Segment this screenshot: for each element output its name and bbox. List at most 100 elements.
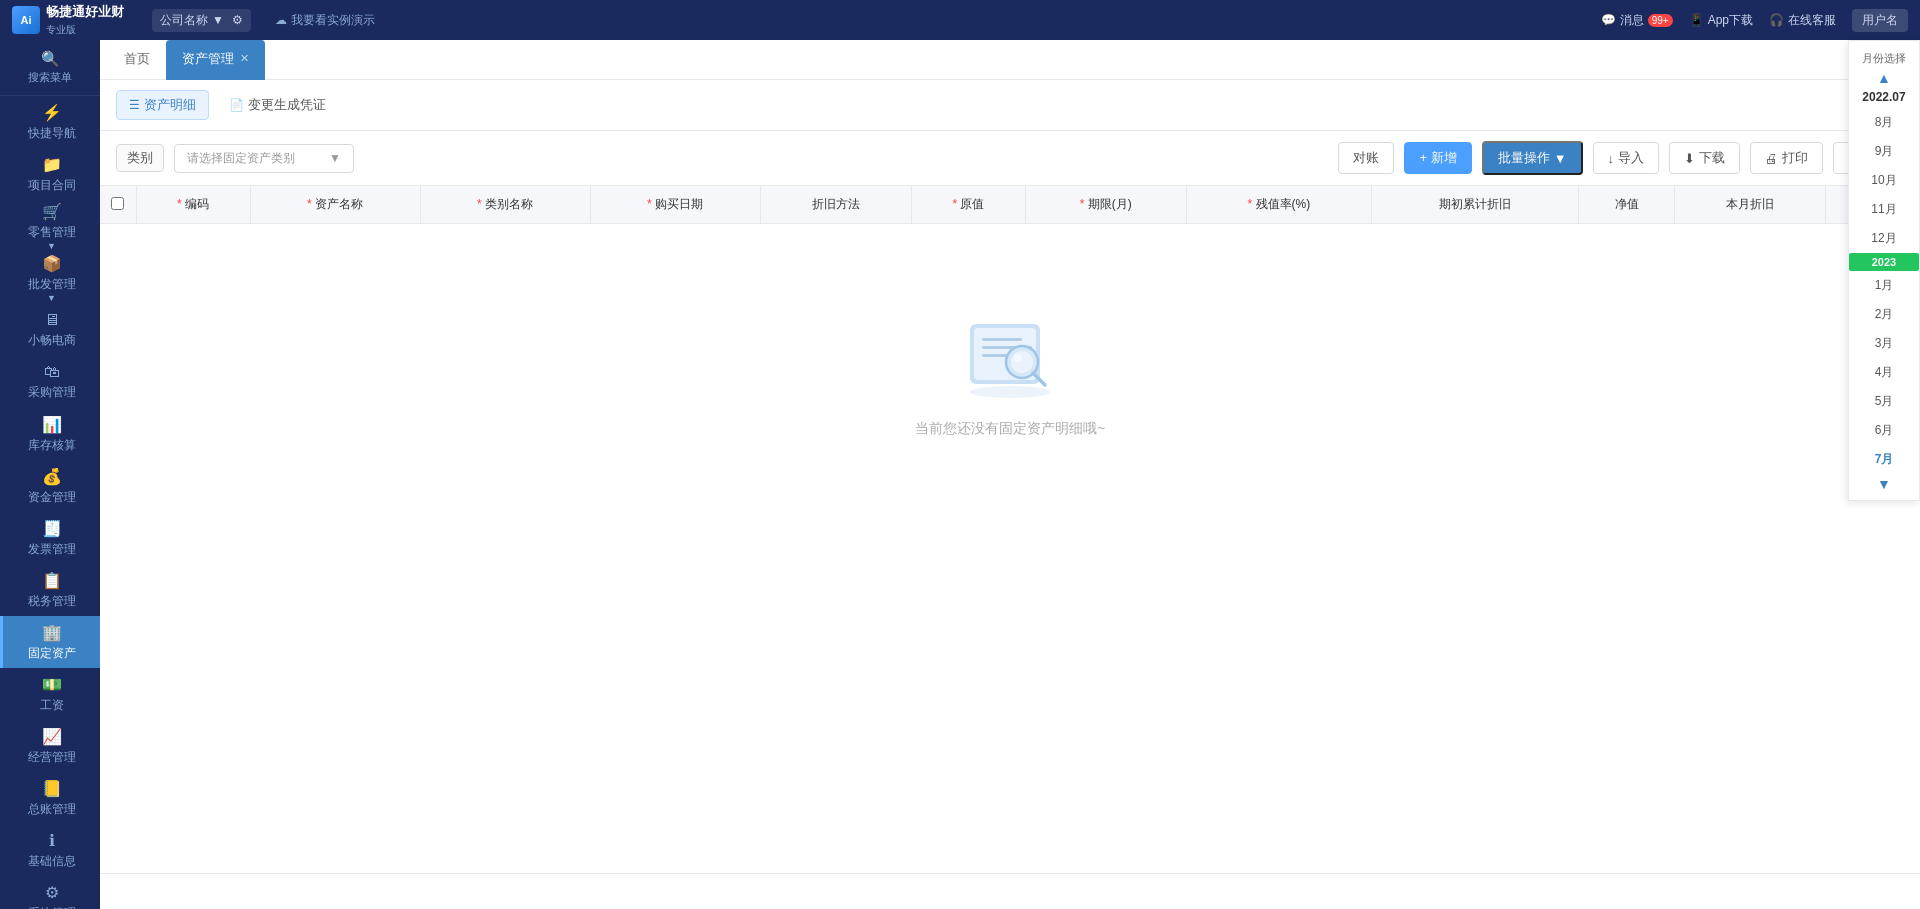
sidebar-item-project[interactable]: 📁 项目合同 xyxy=(0,148,100,200)
month-item-10[interactable]: 10月 xyxy=(1849,166,1919,195)
top-bar: Ai 畅捷通好业财 专业版 公司名称 ▼ ⚙ ☁ 我要看实例演示 💬 消息 99… xyxy=(0,0,1920,40)
sub-tab-asset-detail[interactable]: ☰ 资产明细 xyxy=(116,90,209,120)
message-label: 消息 xyxy=(1620,12,1644,29)
th-net-value: 净值 xyxy=(1579,186,1674,224)
headset-icon: 🎧 xyxy=(1769,13,1784,27)
app-download-button[interactable]: 📱 App下载 xyxy=(1689,12,1753,29)
month-item-8[interactable]: 8月 xyxy=(1849,108,1919,137)
nav-tabs-bar: 首页 资产管理 ✕ xyxy=(100,40,1920,80)
customer-service-button[interactable]: 🎧 在线客服 xyxy=(1769,12,1836,29)
import-button[interactable]: ↓ 导入 xyxy=(1593,142,1660,174)
print-icon: 🖨 xyxy=(1765,151,1778,166)
tab-home-label: 首页 xyxy=(124,50,150,68)
sidebar-item-wholesale[interactable]: 📦 批发管理 ▼ xyxy=(0,252,100,304)
retail-icon: 🛒 xyxy=(42,202,62,221)
toolbar-right: 对账 + 新增 批量操作 ▼ ↓ 导入 ⬇ 下载 xyxy=(1338,141,1904,175)
quick-nav-icon: ⚡ xyxy=(42,103,62,122)
month-nav-up[interactable]: ▲ xyxy=(1875,68,1893,88)
sidebar-item-salary[interactable]: 💵 工资 xyxy=(0,668,100,720)
month-item-2[interactable]: 2月 xyxy=(1849,300,1919,329)
sidebar-inventory-label: 库存核算 xyxy=(28,437,76,454)
sidebar-item-system[interactable]: ⚙ 系统管理 xyxy=(0,876,100,909)
brand: Ai 畅捷通好业财 专业版 xyxy=(12,3,124,37)
category-filter-select[interactable]: 请选择固定资产类别 ▼ xyxy=(174,144,354,173)
sidebar-item-invoice[interactable]: 🧾 发票管理 xyxy=(0,512,100,564)
month-item-7[interactable]: 7月 xyxy=(1849,445,1919,474)
table-header-row: 编码 资产名称 类别名称 购买日期 折旧方法 原值 期限(月) 残值率(%) 期… xyxy=(100,186,1920,224)
sidebar-general-ledger-label: 总账管理 xyxy=(28,801,76,818)
month-item-5[interactable]: 5月 xyxy=(1849,387,1919,416)
table-container: 编码 资产名称 类别名称 购买日期 折旧方法 原值 期限(月) 残值率(%) 期… xyxy=(100,186,1920,873)
month-item-9[interactable]: 9月 xyxy=(1849,137,1919,166)
th-category: 类别名称 xyxy=(420,186,590,224)
month-item-3[interactable]: 3月 xyxy=(1849,329,1919,358)
sidebar-item-purchase[interactable]: 🛍 采购管理 xyxy=(0,356,100,408)
wholesale-icon: 📦 xyxy=(42,254,62,273)
message-badge: 99+ xyxy=(1648,14,1673,27)
print-button[interactable]: 🖨 打印 xyxy=(1750,142,1823,174)
empty-text: 当前您还没有固定资产明细哦~ xyxy=(915,420,1105,438)
chevron-down-icon2: ▼ xyxy=(47,293,56,303)
download-button[interactable]: ⬇ 下载 xyxy=(1669,142,1740,174)
general-ledger-icon: 📒 xyxy=(42,779,62,798)
content-area: 首页 资产管理 ✕ ☰ 资产明细 📄 变更生成凭证 xyxy=(100,40,1920,909)
search-menu[interactable]: 🔍 搜索菜单 xyxy=(0,40,100,96)
customer-service-label: 在线客服 xyxy=(1788,12,1836,29)
tab-home[interactable]: 首页 xyxy=(108,40,166,80)
tab-asset-mgmt[interactable]: 资产管理 ✕ xyxy=(166,40,265,80)
sidebar-project-label: 项目合同 xyxy=(28,177,76,194)
month-selector-panel: 月份选择 ▲ 2022.07 8月 9月 10月 11月 12月 2023 1月… xyxy=(1848,40,1920,501)
sidebar-item-basic-info[interactable]: ℹ 基础信息 xyxy=(0,824,100,876)
sidebar-item-inventory[interactable]: 📊 库存核算 xyxy=(0,408,100,460)
sidebar-item-retail[interactable]: 🛒 零售管理 ▼ xyxy=(0,200,100,252)
batch-ops-button[interactable]: 批量操作 ▼ xyxy=(1482,141,1583,175)
month-nav-down[interactable]: ▼ xyxy=(1875,474,1893,494)
month-item-12[interactable]: 12月 xyxy=(1849,224,1919,253)
tab-close-icon[interactable]: ✕ xyxy=(240,52,249,65)
import-icon: ↓ xyxy=(1608,151,1615,166)
sidebar-item-quick-nav[interactable]: ⚡ 快捷导航 xyxy=(0,96,100,148)
cloud-icon: ☁ xyxy=(275,13,287,27)
dropdown-icon: ▼ xyxy=(212,13,224,27)
sidebar-ecommerce-label: 小畅电商 xyxy=(28,332,76,349)
month-panel-year: 2022.07 xyxy=(1862,88,1905,108)
th-accumulated-dep: 期初累计折旧 xyxy=(1372,186,1579,224)
sidebar-item-tax[interactable]: 📋 税务管理 xyxy=(0,564,100,616)
svg-point-7 xyxy=(1011,351,1033,373)
settings-icon[interactable]: ⚙ xyxy=(232,13,243,27)
sidebar-system-label: 系统管理 xyxy=(28,905,76,910)
invoice-icon: 🧾 xyxy=(42,519,62,538)
sidebar-tax-label: 税务管理 xyxy=(28,593,76,610)
download-label: 下载 xyxy=(1699,149,1725,167)
company-selector[interactable]: 公司名称 ▼ ⚙ xyxy=(152,9,251,32)
category-filter-label[interactable]: 类别 xyxy=(116,144,164,172)
select-all-checkbox[interactable] xyxy=(111,197,124,210)
svg-rect-3 xyxy=(982,338,1022,341)
message-button[interactable]: 💬 消息 99+ xyxy=(1601,12,1673,29)
doc-icon: 📄 xyxy=(229,98,244,112)
month-item-1[interactable]: 1月 xyxy=(1849,271,1919,300)
sidebar-item-fixed-asset[interactable]: 🏢 固定资产 xyxy=(0,616,100,668)
import-label: 导入 xyxy=(1618,149,1644,167)
month-item-6[interactable]: 6月 xyxy=(1849,416,1919,445)
system-icon: ⚙ xyxy=(45,883,59,902)
reconcile-button[interactable]: 对账 xyxy=(1338,142,1394,174)
month-item-11[interactable]: 11月 xyxy=(1849,195,1919,224)
sidebar-item-ecommerce[interactable]: 🖥 小畅电商 xyxy=(0,304,100,356)
user-avatar[interactable]: 用户名 xyxy=(1852,9,1908,32)
sidebar-operations-label: 经营管理 xyxy=(28,749,76,766)
sidebar-item-operations[interactable]: 📈 经营管理 xyxy=(0,720,100,772)
sidebar-invoice-label: 发票管理 xyxy=(28,541,76,558)
th-monthly-dep: 本月折旧 xyxy=(1674,186,1825,224)
empty-state: 当前您还没有固定资产明细哦~ xyxy=(100,224,1920,518)
mobile-icon: 📱 xyxy=(1689,13,1704,27)
demo-link[interactable]: ☁ 我要看实例演示 xyxy=(275,12,375,29)
sidebar-item-finance[interactable]: 💰 资金管理 xyxy=(0,460,100,512)
month-item-4[interactable]: 4月 xyxy=(1849,358,1919,387)
sub-tab-change-voucher[interactable]: 📄 变更生成凭证 xyxy=(217,91,338,119)
add-new-button[interactable]: + 新增 xyxy=(1404,142,1471,174)
sidebar-finance-label: 资金管理 xyxy=(28,489,76,506)
basic-info-icon: ℹ xyxy=(49,831,55,850)
sidebar-item-general-ledger[interactable]: 📒 总账管理 xyxy=(0,772,100,824)
category-placeholder: 请选择固定资产类别 xyxy=(187,150,295,167)
